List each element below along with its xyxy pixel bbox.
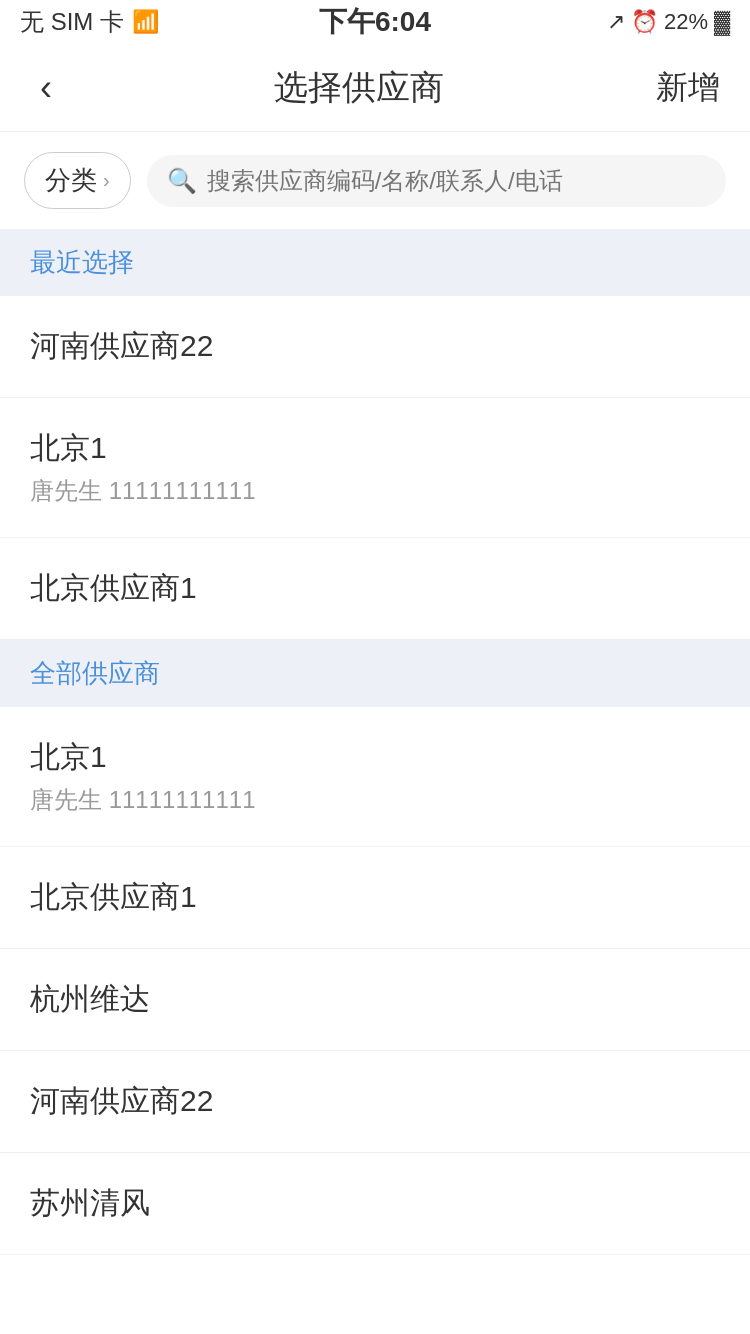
search-input[interactable]	[207, 167, 706, 195]
category-button[interactable]: 分类 ›	[24, 152, 131, 209]
search-icon: 🔍	[167, 167, 197, 195]
wifi-icon: 📶	[132, 9, 159, 35]
battery-icon: ▓	[714, 9, 730, 35]
item-sub: 唐先生 11111111111	[30, 475, 720, 507]
search-box: 🔍	[147, 155, 726, 207]
add-button[interactable]: 新增	[656, 66, 720, 110]
all-list-item[interactable]: 北京供应商1	[0, 847, 750, 949]
chevron-right-icon: ›	[103, 169, 110, 192]
recent-section-label: 最近选择	[30, 247, 134, 277]
alarm-icon: ⏰	[631, 9, 658, 35]
recent-items-list: 河南供应商22 北京1 唐先生 11111111111 北京供应商1	[0, 296, 750, 640]
item-name: 苏州清风	[30, 1183, 720, 1224]
recent-section-header: 最近选择	[0, 229, 750, 296]
all-list-item[interactable]: 北京1 唐先生 11111111111	[0, 707, 750, 847]
recent-list-item[interactable]: 北京1 唐先生 11111111111	[0, 398, 750, 538]
recent-list-item[interactable]: 河南供应商22	[0, 296, 750, 398]
item-name: 北京供应商1	[30, 568, 720, 609]
status-bar: 无 SIM 卡 📶 下午6:04 ↗ ⏰ 22% ▓	[0, 0, 750, 44]
item-name: 河南供应商22	[30, 1081, 720, 1122]
all-list-item[interactable]: 苏州清风	[0, 1153, 750, 1255]
item-name: 河南供应商22	[30, 326, 720, 367]
all-items-list: 北京1 唐先生 11111111111 北京供应商1 杭州维达河南供应商22 苏州清…	[0, 707, 750, 1255]
recent-list-item[interactable]: 北京供应商1	[0, 538, 750, 640]
item-name: 杭州维达	[30, 979, 720, 1020]
item-name: 北京1	[30, 428, 720, 469]
category-label: 分类	[45, 163, 97, 198]
item-sub: 唐先生 11111111111	[30, 784, 720, 816]
all-section-label: 全部供应商	[30, 658, 160, 688]
status-time: 下午6:04	[319, 3, 431, 41]
location-icon: ↗	[607, 9, 625, 35]
nav-bar: ‹ 选择供应商 新增	[0, 44, 750, 132]
status-indicators: ↗ ⏰ 22% ▓	[607, 9, 730, 35]
item-name: 北京1	[30, 737, 720, 778]
filter-bar: 分类 › 🔍	[0, 132, 750, 229]
status-carrier: 无 SIM 卡 📶	[20, 6, 159, 38]
page-title: 选择供应商	[274, 65, 444, 111]
item-name: 北京供应商1	[30, 877, 720, 918]
all-list-item[interactable]: 河南供应商22	[0, 1051, 750, 1153]
all-list-item[interactable]: 杭州维达	[0, 949, 750, 1051]
all-section-header: 全部供应商	[0, 640, 750, 707]
back-button[interactable]: ‹	[30, 57, 62, 119]
battery-text: 22%	[664, 9, 708, 35]
